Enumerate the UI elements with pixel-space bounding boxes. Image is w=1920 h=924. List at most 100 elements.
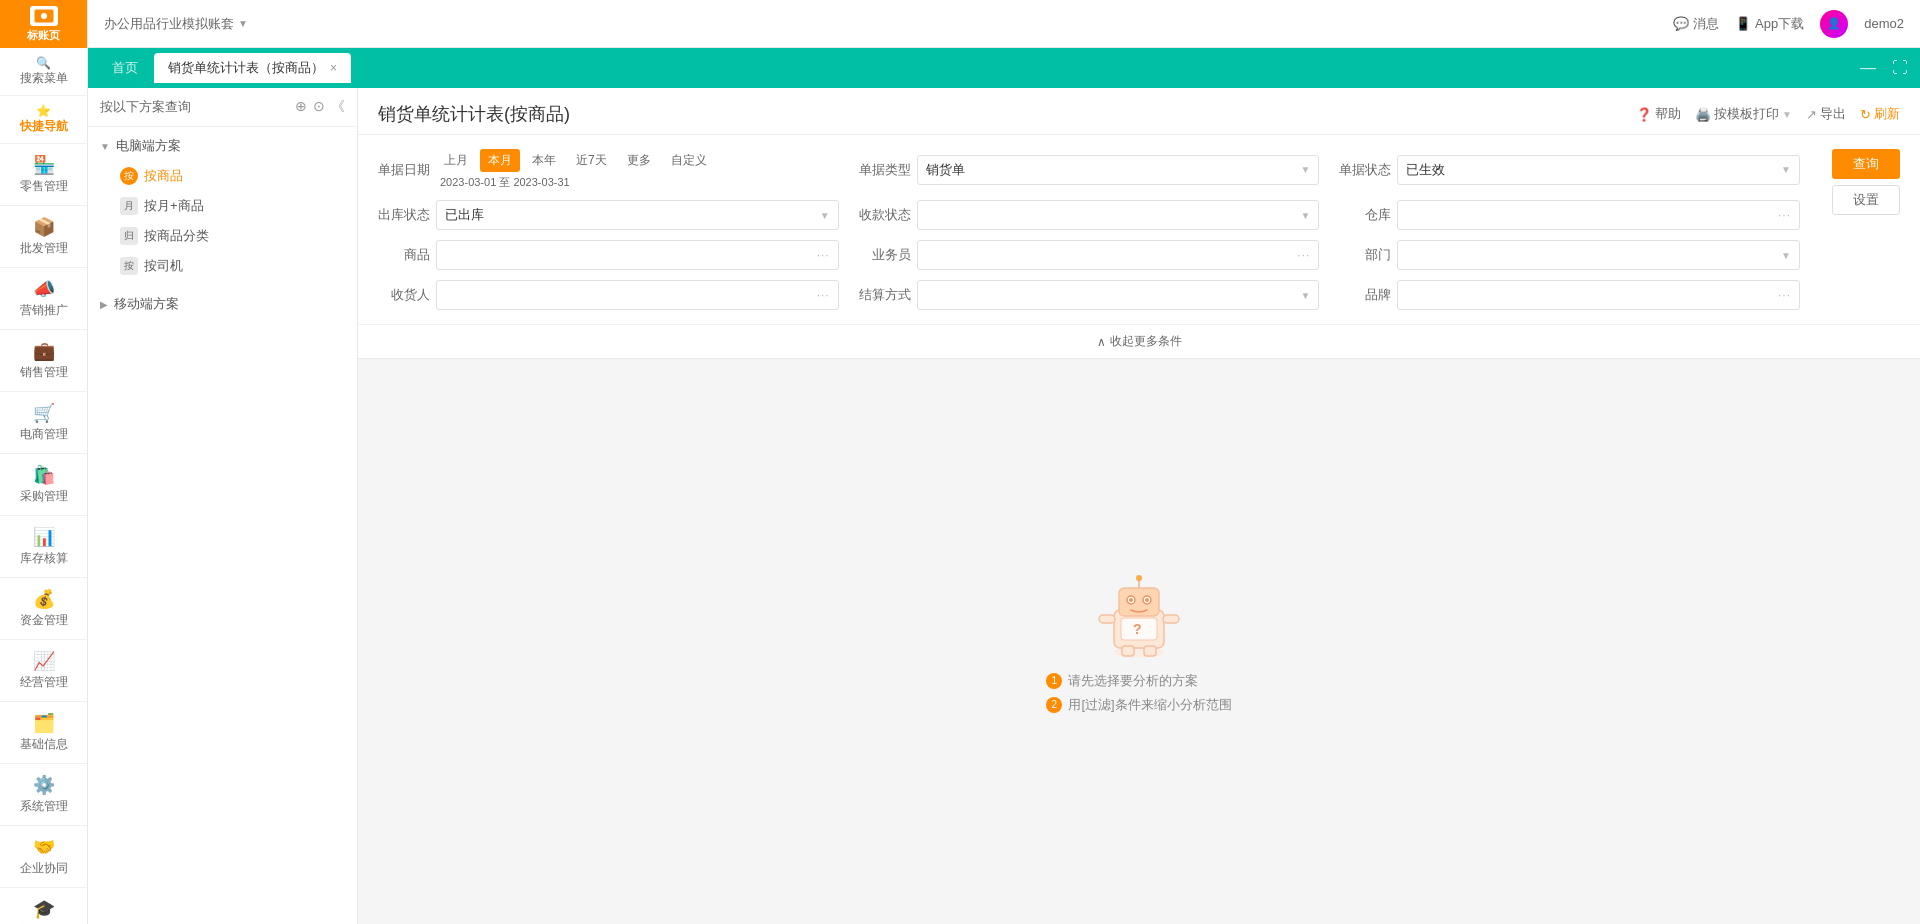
brand-dots: ···	[1778, 288, 1791, 302]
receiver-control[interactable]: ···	[436, 280, 839, 310]
tab-close-button[interactable]: ×	[330, 61, 337, 75]
warehouse-dots: ···	[1778, 208, 1791, 222]
sidebar-item-label: 资金管理	[20, 613, 68, 627]
step-2-text: 用[过滤]条件来缩小分析范围	[1068, 696, 1231, 714]
industry-name: 办公用品行业模拟账套	[104, 15, 234, 33]
tree-parent-pc[interactable]: ▼ 电脑端方案	[88, 131, 357, 161]
date-tab-7days[interactable]: 近7天	[568, 149, 615, 172]
sidebar-item-ecommerce[interactable]: 🛒 电商管理	[0, 392, 87, 454]
department-control[interactable]: ▼	[1397, 240, 1800, 270]
tree-child-by-month-product[interactable]: 月 按月+商品	[88, 191, 357, 221]
tab-active[interactable]: 销货单统计计表（按商品） ×	[154, 53, 351, 83]
purchase-icon: 🛍️	[4, 464, 83, 486]
query-button[interactable]: 查询	[1832, 149, 1900, 179]
receipt-status-control[interactable]: ▼	[917, 200, 1320, 230]
main-area: 办公用品行业模拟账套 ▼ 💬 消息 📱 App下载 👤 demo2 首页 销货单…	[88, 0, 1920, 924]
industry-dropdown-arrow[interactable]: ▼	[238, 18, 248, 29]
collapse-panel-button[interactable]: 《	[331, 98, 345, 116]
sidebar-logo[interactable]: 标账页	[0, 0, 87, 48]
refresh-button[interactable]: ↻ 刷新	[1860, 105, 1900, 123]
tab-bar: 首页 销货单统计计表（按商品） × — ⛶	[88, 48, 1920, 88]
tab-home[interactable]: 首页	[96, 53, 154, 83]
collapse-button[interactable]: ∧ 收起更多条件	[1087, 331, 1192, 352]
date-tab-more[interactable]: 更多	[619, 149, 659, 172]
tree-child-by-product[interactable]: 按 按商品	[88, 161, 357, 191]
help-label: 帮助	[1655, 105, 1681, 123]
sidebar-item-marketing[interactable]: 📣 营销推广	[0, 268, 87, 330]
sidebar-item-purchase[interactable]: 🛍️ 采购管理	[0, 454, 87, 516]
date-tab-current-year[interactable]: 本年	[524, 149, 564, 172]
sidebar-item-wholesale[interactable]: 📦 批发管理	[0, 206, 87, 268]
user-name[interactable]: demo2	[1864, 16, 1904, 31]
empty-illustration: ?	[1089, 570, 1189, 660]
out-status-value: 已出库	[445, 206, 484, 224]
print-icon: 🖨️	[1695, 107, 1711, 122]
side-buttons: 查询 设置	[1832, 149, 1900, 215]
tree-child-by-category[interactable]: 归 按商品分类	[88, 221, 357, 251]
filter-date-field: 单据日期 上月 本月 本年 近7天 更多 自定义 2023-03-01 至 20…	[378, 149, 839, 190]
out-status-control[interactable]: 已出库 ▼	[436, 200, 839, 230]
warehouse-control[interactable]: ···	[1397, 200, 1800, 230]
page-title: 销货单统计计表(按商品)	[378, 102, 570, 126]
doc-type-control[interactable]: 销货单 ▼	[917, 155, 1320, 185]
step-1-number: 1	[1046, 673, 1062, 689]
sidebar-item-operation[interactable]: 📈 经营管理	[0, 640, 87, 702]
retail-icon: 🏪	[4, 154, 83, 176]
salesperson-label: 业务员	[859, 246, 911, 264]
sidebar-item-system[interactable]: ⚙️ 系统管理	[0, 764, 87, 826]
tree-child-by-supplier[interactable]: 按 按司机	[88, 251, 357, 281]
sidebar-item-label: 电商管理	[20, 427, 68, 441]
filter-brand-field: 品牌 ···	[1339, 280, 1800, 310]
date-tab-current-month[interactable]: 本月	[480, 149, 520, 172]
svg-point-7	[1129, 598, 1133, 602]
sidebar-item-finance[interactable]: 💰 资金管理	[0, 578, 87, 640]
sidebar-item-sales[interactable]: 💼 销售管理	[0, 330, 87, 392]
sidebar-item-basic[interactable]: 🗂️ 基础信息	[0, 702, 87, 764]
tab-active-label: 销货单统计计表（按商品）	[168, 59, 324, 77]
reset-button[interactable]: 设置	[1832, 185, 1900, 215]
tab-maximize-button[interactable]: ⛶	[1888, 57, 1912, 79]
by-product-icon: 按	[120, 167, 138, 185]
by-category-icon: 归	[120, 227, 138, 245]
empty-step-2: 2 用[过滤]条件来缩小分析范围	[1046, 696, 1231, 714]
doc-type-label: 单据类型	[859, 161, 911, 179]
top-bar-title: 办公用品行业模拟账套 ▼	[104, 15, 1673, 33]
edit-scheme-button[interactable]: ⊙	[313, 98, 325, 116]
sidebar-search-item[interactable]: 🔍 搜索菜单	[0, 48, 87, 96]
sidebar-item-inventory[interactable]: 📊 库存核算	[0, 516, 87, 578]
collapse-row: ∧ 收起更多条件	[358, 325, 1920, 359]
sidebar-item-guide[interactable]: 🎓 新手引导	[0, 888, 87, 924]
sidebar-item-label: 库存核算	[20, 551, 68, 565]
sidebar-search-label: 搜索菜单	[20, 71, 68, 85]
left-panel-actions: ⊕ ⊙ 《	[295, 98, 345, 116]
brand-control[interactable]: ···	[1397, 280, 1800, 310]
doc-status-control[interactable]: 已生效 ▼	[1397, 155, 1800, 185]
tree-parent-mobile[interactable]: ▶ 移动端方案	[88, 289, 357, 319]
sidebar-nav-item[interactable]: ⭐ 快捷导航	[0, 96, 87, 144]
date-tab-custom[interactable]: 自定义	[663, 149, 715, 172]
add-scheme-button[interactable]: ⊕	[295, 98, 307, 116]
date-label: 单据日期	[378, 161, 430, 179]
department-label: 部门	[1339, 246, 1391, 264]
help-button[interactable]: ❓ 帮助	[1636, 105, 1681, 123]
refresh-label: 刷新	[1874, 105, 1900, 123]
logo-icon	[30, 6, 58, 26]
message-button[interactable]: 💬 消息	[1673, 15, 1719, 33]
sidebar-item-enterprise[interactable]: 🤝 企业协同	[0, 826, 87, 888]
sidebar-item-retail[interactable]: 🏪 零售管理	[0, 144, 87, 206]
print-dropdown-arrow[interactable]: ▼	[1782, 109, 1792, 120]
user-avatar[interactable]: 👤	[1820, 10, 1848, 38]
app-download-button[interactable]: 📱 App下载	[1735, 15, 1804, 33]
export-button[interactable]: ↗ 导出	[1806, 105, 1846, 123]
svg-point-10	[1136, 575, 1142, 581]
date-tab-last-month[interactable]: 上月	[436, 149, 476, 172]
template-print-button[interactable]: 🖨️ 按模板打印 ▼	[1695, 105, 1792, 123]
salesperson-control[interactable]: ···	[917, 240, 1320, 270]
settlement-control[interactable]: ▼	[917, 280, 1320, 310]
top-bar-right: 💬 消息 📱 App下载 👤 demo2	[1673, 10, 1904, 38]
by-supplier-icon: 按	[120, 257, 138, 275]
receiver-dots: ···	[817, 288, 830, 302]
product-control[interactable]: ···	[436, 240, 839, 270]
tab-minimize-button[interactable]: —	[1856, 57, 1880, 79]
search-icon: 🔍	[4, 56, 83, 70]
